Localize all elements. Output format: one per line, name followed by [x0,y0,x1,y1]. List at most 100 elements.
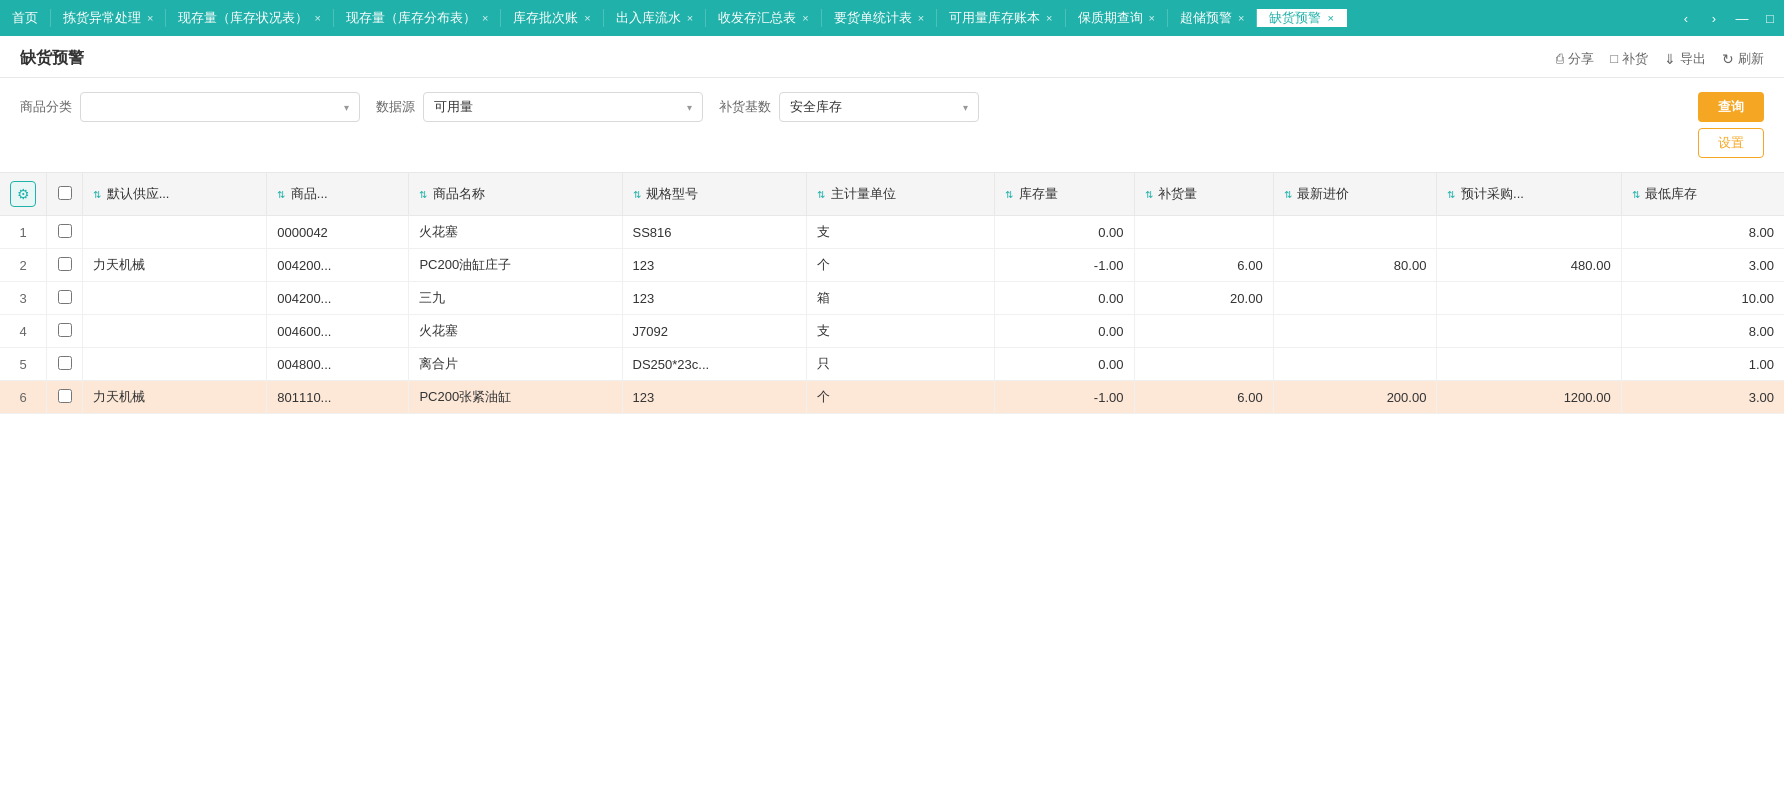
column-settings-btn[interactable]: ⚙ [10,181,36,207]
refresh-button[interactable]: ↻ 刷新 [1722,50,1764,68]
row-name-2: PC200油缸庄子 [409,249,622,282]
col-spec-header[interactable]: ⇅ 规格型号 [622,173,807,216]
row-checkbox-2[interactable] [58,257,72,271]
table-row: 1 0000042 火花塞 SS816 支 0.00 8.00 [0,216,1784,249]
col-replenish-qty-header[interactable]: ⇅ 补货量 [1134,173,1273,216]
estimated-col-label: 预计采购... [1461,186,1524,201]
tab-item-exception[interactable]: 拣货异常处理 × [51,9,166,27]
tab-item-shortage[interactable]: 缺货预警 × [1257,9,1346,27]
tab-close-exception[interactable]: × [147,12,153,24]
row-num-3: 3 [0,282,47,315]
tab-close-inout-flow[interactable]: × [687,12,693,24]
replenish-value: 安全库存 [790,98,842,116]
tab-close-inventory-status[interactable]: × [314,12,320,24]
supplier-sort-icon: ⇅ [93,189,101,200]
col-name-header[interactable]: ⇅ 商品名称 [409,173,622,216]
tab-next-btn[interactable]: › [1700,0,1728,36]
row-min-stock-6: 3.00 [1621,381,1784,414]
tab-bar: 首页拣货异常处理 ×现存量（库存状况表） ×现存量（库存分布表） ×库存批次账 … [0,0,1784,36]
row-unit-5: 只 [807,348,995,381]
row-checkbox-6[interactable] [58,389,72,403]
row-checkbox-cell-1 [47,216,83,249]
row-code-6: 801110... [267,381,409,414]
tab-item-overstock[interactable]: 超储预警 × [1168,9,1257,27]
row-code-5: 004800... [267,348,409,381]
tab-item-inventory-status[interactable]: 现存量（库存状况表） × [166,9,333,27]
tab-item-available-ledger[interactable]: 可用量库存账本 × [937,9,1065,27]
row-checkbox-4[interactable] [58,323,72,337]
row-supplier-4 [83,315,267,348]
replenish-select[interactable]: 安全库存 ▾ [779,92,979,122]
col-min-stock-header[interactable]: ⇅ 最低库存 [1621,173,1784,216]
tab-close-shortage[interactable]: × [1327,12,1333,24]
tab-maximize-btn[interactable]: □ [1756,0,1784,36]
row-stock-3: 0.00 [995,282,1134,315]
latest-price-col-label: 最新进价 [1297,186,1349,201]
header-actions: ⎙ 分享 □ 补货 ⇓ 导出 ↻ 刷新 [1556,50,1764,68]
estimated-sort-icon: ⇅ [1447,189,1455,200]
tab-item-demand-stat[interactable]: 要货单统计表 × [822,9,937,27]
row-checkbox-3[interactable] [58,290,72,304]
code-col-label: 商品... [291,186,328,201]
datasource-label: 数据源 [376,98,415,116]
settings-button[interactable]: 设置 [1698,128,1764,158]
row-checkbox-cell-3 [47,282,83,315]
row-stock-6: -1.00 [995,381,1134,414]
row-spec-3: 123 [622,282,807,315]
row-min-stock-1: 8.00 [1621,216,1784,249]
replenish-button[interactable]: □ 补货 [1610,50,1648,68]
tab-label-available-ledger: 可用量库存账本 [949,9,1040,27]
category-select[interactable]: ▾ [80,92,360,122]
row-checkbox-cell-6 [47,381,83,414]
row-name-1: 火花塞 [409,216,622,249]
tab-minimize-btn[interactable]: — [1728,0,1756,36]
query-button[interactable]: 查询 [1698,92,1764,122]
tab-item-inout-flow[interactable]: 出入库流水 × [604,9,706,27]
select-all-checkbox[interactable] [58,186,72,200]
col-code-header[interactable]: ⇅ 商品... [267,173,409,216]
replenish-label: 补货基数 [719,98,771,116]
name-col-label: 商品名称 [433,186,485,201]
col-supplier-header[interactable]: ⇅ 默认供应... [83,173,267,216]
export-button[interactable]: ⇓ 导出 [1664,50,1706,68]
table-row: 3 004200... 三九 123 箱 0.00 20.00 10.00 [0,282,1784,315]
refresh-icon: ↻ [1722,51,1734,67]
supplier-col-label: 默认供应... [107,186,170,201]
tab-item-home[interactable]: 首页 [0,9,51,27]
tab-close-demand-stat[interactable]: × [918,12,924,24]
table-header-row: ⚙ ⇅ 默认供应... ⇅ 商品... ⇅ 商品名称 [0,173,1784,216]
row-latest-price-6: 200.00 [1273,381,1437,414]
tab-close-overstock[interactable]: × [1238,12,1244,24]
row-stock-2: -1.00 [995,249,1134,282]
row-min-stock-5: 1.00 [1621,348,1784,381]
col-estimated-header[interactable]: ⇅ 预计采购... [1437,173,1621,216]
row-checkbox-1[interactable] [58,224,72,238]
tab-close-receive-send[interactable]: × [802,12,808,24]
tab-item-inventory-dist[interactable]: 现存量（库存分布表） × [334,9,501,27]
row-unit-6: 个 [807,381,995,414]
tab-item-receive-send[interactable]: 收发存汇总表 × [706,9,821,27]
tab-item-batch[interactable]: 库存批次账 × [501,9,603,27]
share-icon: ⎙ [1556,51,1564,66]
row-code-3: 004200... [267,282,409,315]
tab-close-inventory-dist[interactable]: × [482,12,488,24]
row-min-stock-4: 8.00 [1621,315,1784,348]
tab-item-expiry[interactable]: 保质期查询 × [1066,9,1168,27]
tab-prev-btn[interactable]: ‹ [1672,0,1700,36]
datasource-select[interactable]: 可用量 ▾ [423,92,703,122]
tab-close-available-ledger[interactable]: × [1046,12,1052,24]
row-replenish-qty-4 [1134,315,1273,348]
row-estimated-4 [1437,315,1621,348]
tab-close-batch[interactable]: × [584,12,590,24]
row-checkbox-5[interactable] [58,356,72,370]
row-unit-1: 支 [807,216,995,249]
export-icon: ⇓ [1664,51,1676,67]
col-latest-price-header[interactable]: ⇅ 最新进价 [1273,173,1437,216]
row-spec-1: SS816 [622,216,807,249]
col-stock-header[interactable]: ⇅ 库存量 [995,173,1134,216]
col-unit-header[interactable]: ⇅ 主计量单位 [807,173,995,216]
tab-label-inout-flow: 出入库流水 [616,9,681,27]
tab-close-expiry[interactable]: × [1149,12,1155,24]
row-supplier-1 [83,216,267,249]
share-button[interactable]: ⎙ 分享 [1556,50,1594,68]
